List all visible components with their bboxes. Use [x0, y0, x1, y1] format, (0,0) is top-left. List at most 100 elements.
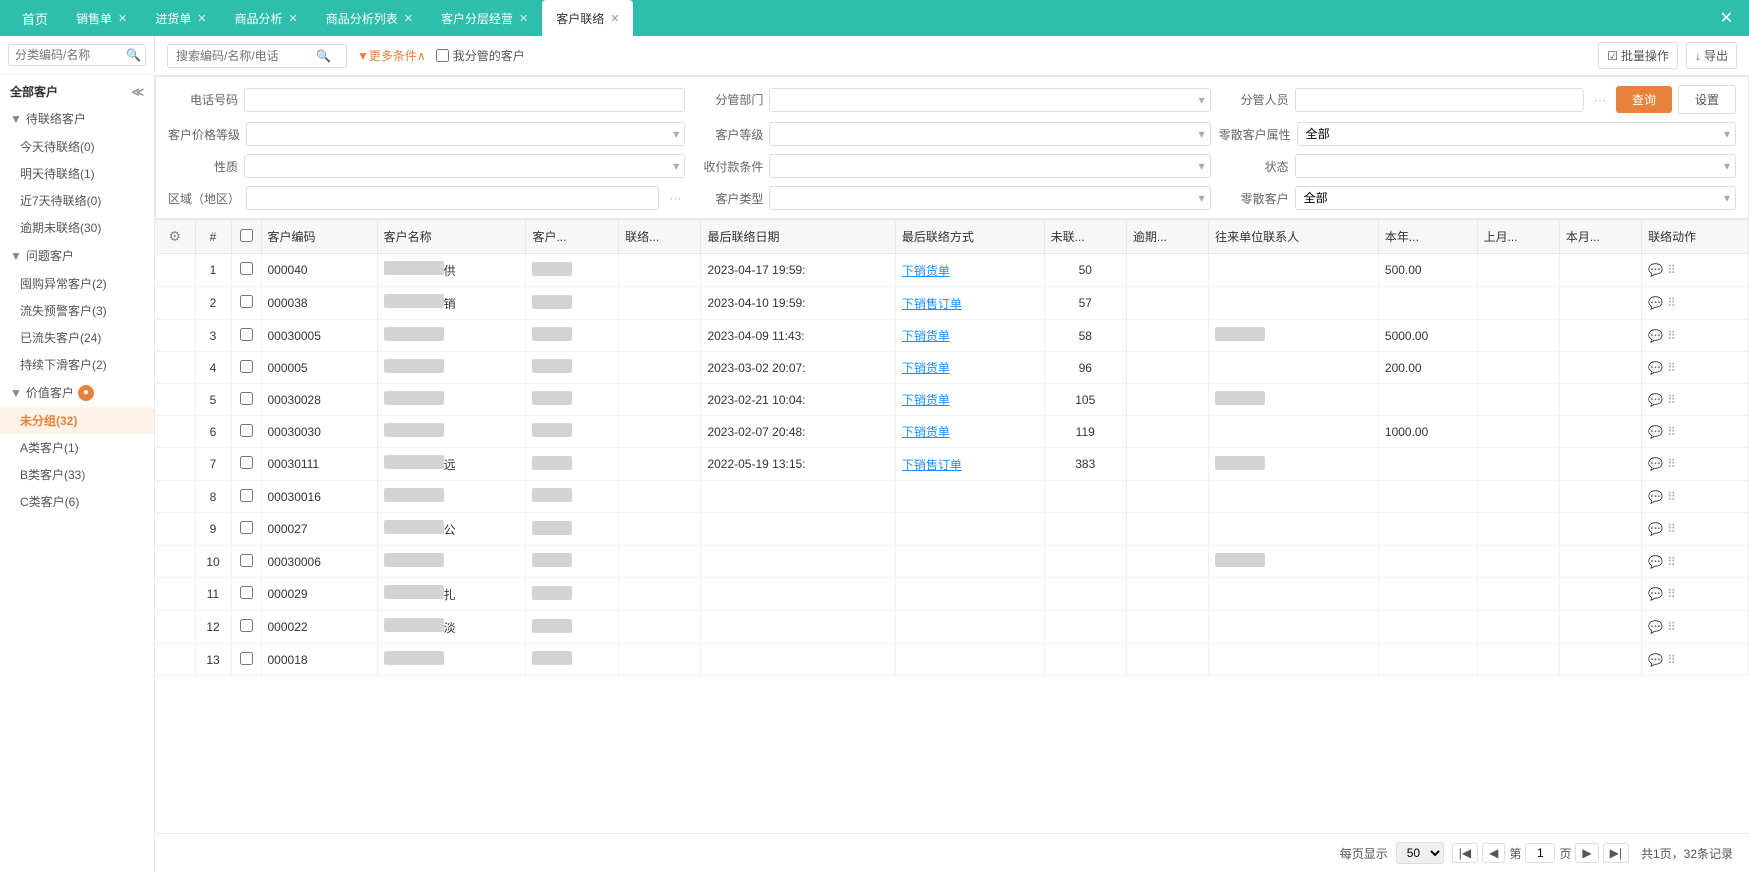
sidebar-item-today-pending[interactable]: 今天待联络(0): [0, 133, 154, 160]
first-page-btn[interactable]: |◀: [1452, 843, 1478, 863]
customer-type-select[interactable]: [769, 186, 1210, 210]
row-checkbox[interactable]: [240, 554, 253, 567]
grid-icon[interactable]: ⠿: [1667, 490, 1676, 504]
more-filters-btn[interactable]: ▼ 更多条件 ∧: [357, 47, 426, 64]
row-actions[interactable]: 💬⠿: [1642, 448, 1749, 481]
sidebar-item-class-a[interactable]: A类客户(1): [0, 434, 154, 461]
gender-select[interactable]: [244, 154, 685, 178]
row-checkbox[interactable]: [240, 392, 253, 405]
settings-col-header[interactable]: ⚙: [155, 220, 195, 254]
last-page-btn[interactable]: ▶|: [1603, 843, 1629, 863]
chat-icon[interactable]: 💬: [1648, 361, 1663, 375]
chat-icon[interactable]: 💬: [1648, 587, 1663, 601]
row-last-contact-method[interactable]: [895, 546, 1044, 578]
page-size-select[interactable]: 50: [1396, 842, 1444, 864]
retail-customer-select[interactable]: 全部: [1295, 186, 1736, 210]
row-checkbox[interactable]: [240, 262, 253, 275]
row-last-contact-method[interactable]: [895, 481, 1044, 513]
row-actions[interactable]: 💬⠿: [1642, 513, 1749, 546]
tab-sales-order[interactable]: 销售单 ✕: [62, 0, 141, 36]
reset-button[interactable]: 设置: [1678, 85, 1736, 114]
row-actions[interactable]: 💬⠿: [1642, 611, 1749, 644]
row-last-contact-method[interactable]: 下销货单: [895, 320, 1044, 352]
chat-icon[interactable]: 💬: [1648, 296, 1663, 310]
tab-product-analysis[interactable]: 商品分析 ✕: [220, 0, 311, 36]
row-checkbox[interactable]: [240, 652, 253, 665]
grid-icon[interactable]: ⠿: [1667, 620, 1676, 634]
chat-icon[interactable]: 💬: [1648, 522, 1663, 536]
row-checkbox-cell[interactable]: [231, 254, 261, 287]
row-checkbox-cell[interactable]: [231, 448, 261, 481]
grid-icon[interactable]: ⠿: [1667, 653, 1676, 667]
row-actions[interactable]: 💬⠿: [1642, 352, 1749, 384]
row-checkbox-cell[interactable]: [231, 578, 261, 611]
row-actions[interactable]: 💬⠿: [1642, 644, 1749, 676]
dept-select[interactable]: [769, 88, 1210, 112]
sidebar-item-ungrouped[interactable]: 未分组(32): [0, 407, 154, 434]
row-actions[interactable]: 💬⠿: [1642, 481, 1749, 513]
sidebar-item-week-pending[interactable]: 近7天待联络(0): [0, 187, 154, 214]
page-input[interactable]: [1525, 843, 1555, 863]
price-level-select[interactable]: [246, 122, 685, 146]
row-actions[interactable]: 💬⠿: [1642, 384, 1749, 416]
row-checkbox[interactable]: [240, 360, 253, 373]
all-customers-header[interactable]: 全部客户 ≪: [0, 75, 154, 104]
grid-icon[interactable]: ⠿: [1667, 361, 1676, 375]
row-actions[interactable]: 💬⠿: [1642, 287, 1749, 320]
query-button[interactable]: 查询: [1616, 86, 1672, 113]
chat-icon[interactable]: 💬: [1648, 329, 1663, 343]
row-checkbox[interactable]: [240, 295, 253, 308]
tab-close-customer-contact[interactable]: ✕: [610, 12, 619, 25]
grid-icon[interactable]: ⠿: [1667, 522, 1676, 536]
area-input[interactable]: [246, 186, 659, 210]
row-last-contact-method[interactable]: 下销货单: [895, 384, 1044, 416]
my-customers-check[interactable]: [436, 49, 449, 62]
row-checkbox-cell[interactable]: [231, 481, 261, 513]
sidebar-item-churned[interactable]: 已流失客户(24): [0, 324, 154, 351]
row-checkbox-cell[interactable]: [231, 416, 261, 448]
area-dots[interactable]: ···: [669, 191, 681, 205]
row-actions[interactable]: 💬⠿: [1642, 254, 1749, 287]
retail-attr-select[interactable]: 全部: [1297, 122, 1736, 146]
grid-icon[interactable]: ⠿: [1667, 329, 1676, 343]
tab-bar-close[interactable]: ✕: [1712, 8, 1741, 28]
grid-icon[interactable]: ⠿: [1667, 555, 1676, 569]
tab-close-sales-order[interactable]: ✕: [118, 12, 127, 25]
chat-icon[interactable]: 💬: [1648, 425, 1663, 439]
row-last-contact-method[interactable]: 下销售订单: [895, 287, 1044, 320]
row-checkbox-cell[interactable]: [231, 384, 261, 416]
row-actions[interactable]: 💬⠿: [1642, 546, 1749, 578]
chat-icon[interactable]: 💬: [1648, 393, 1663, 407]
row-last-contact-method[interactable]: 下销货单: [895, 254, 1044, 287]
row-last-contact-method[interactable]: [895, 644, 1044, 676]
sidebar-item-tomorrow-pending[interactable]: 明天待联络(1): [0, 160, 154, 187]
row-checkbox[interactable]: [240, 328, 253, 341]
grid-icon[interactable]: ⠿: [1667, 393, 1676, 407]
phone-input[interactable]: [244, 88, 685, 112]
row-last-contact-method[interactable]: [895, 578, 1044, 611]
customer-level-select[interactable]: [769, 122, 1210, 146]
pending-group-title[interactable]: ▼ 待联络客户: [0, 104, 154, 133]
problem-group-title[interactable]: ▼ 问题客户: [0, 241, 154, 270]
grid-icon[interactable]: ⠿: [1667, 457, 1676, 471]
grid-icon[interactable]: ⠿: [1667, 296, 1676, 310]
status-select[interactable]: [1295, 154, 1736, 178]
chat-icon[interactable]: 💬: [1648, 555, 1663, 569]
row-actions[interactable]: 💬⠿: [1642, 416, 1749, 448]
export-btn[interactable]: ↓ 导出: [1686, 42, 1737, 69]
row-last-contact-method[interactable]: 下销货单: [895, 352, 1044, 384]
row-checkbox-cell[interactable]: [231, 546, 261, 578]
gear-icon[interactable]: ⚙: [168, 228, 181, 244]
chat-icon[interactable]: 💬: [1648, 490, 1663, 504]
tab-customer-contact[interactable]: 客户联络 ✕: [542, 0, 633, 36]
tab-home[interactable]: 首页: [8, 9, 62, 28]
payment-select[interactable]: [769, 154, 1210, 178]
prev-page-btn[interactable]: ◀: [1482, 843, 1505, 863]
sidebar-item-overdue-pending[interactable]: 逾期未联络(30): [0, 214, 154, 241]
search-input[interactable]: [176, 49, 316, 63]
row-checkbox[interactable]: [240, 489, 253, 502]
grid-icon[interactable]: ⠿: [1667, 425, 1676, 439]
row-checkbox-cell[interactable]: [231, 644, 261, 676]
sidebar-item-declining[interactable]: 持续下滑客户(2): [0, 351, 154, 378]
tab-close-product-analysis-list[interactable]: ✕: [404, 12, 413, 25]
